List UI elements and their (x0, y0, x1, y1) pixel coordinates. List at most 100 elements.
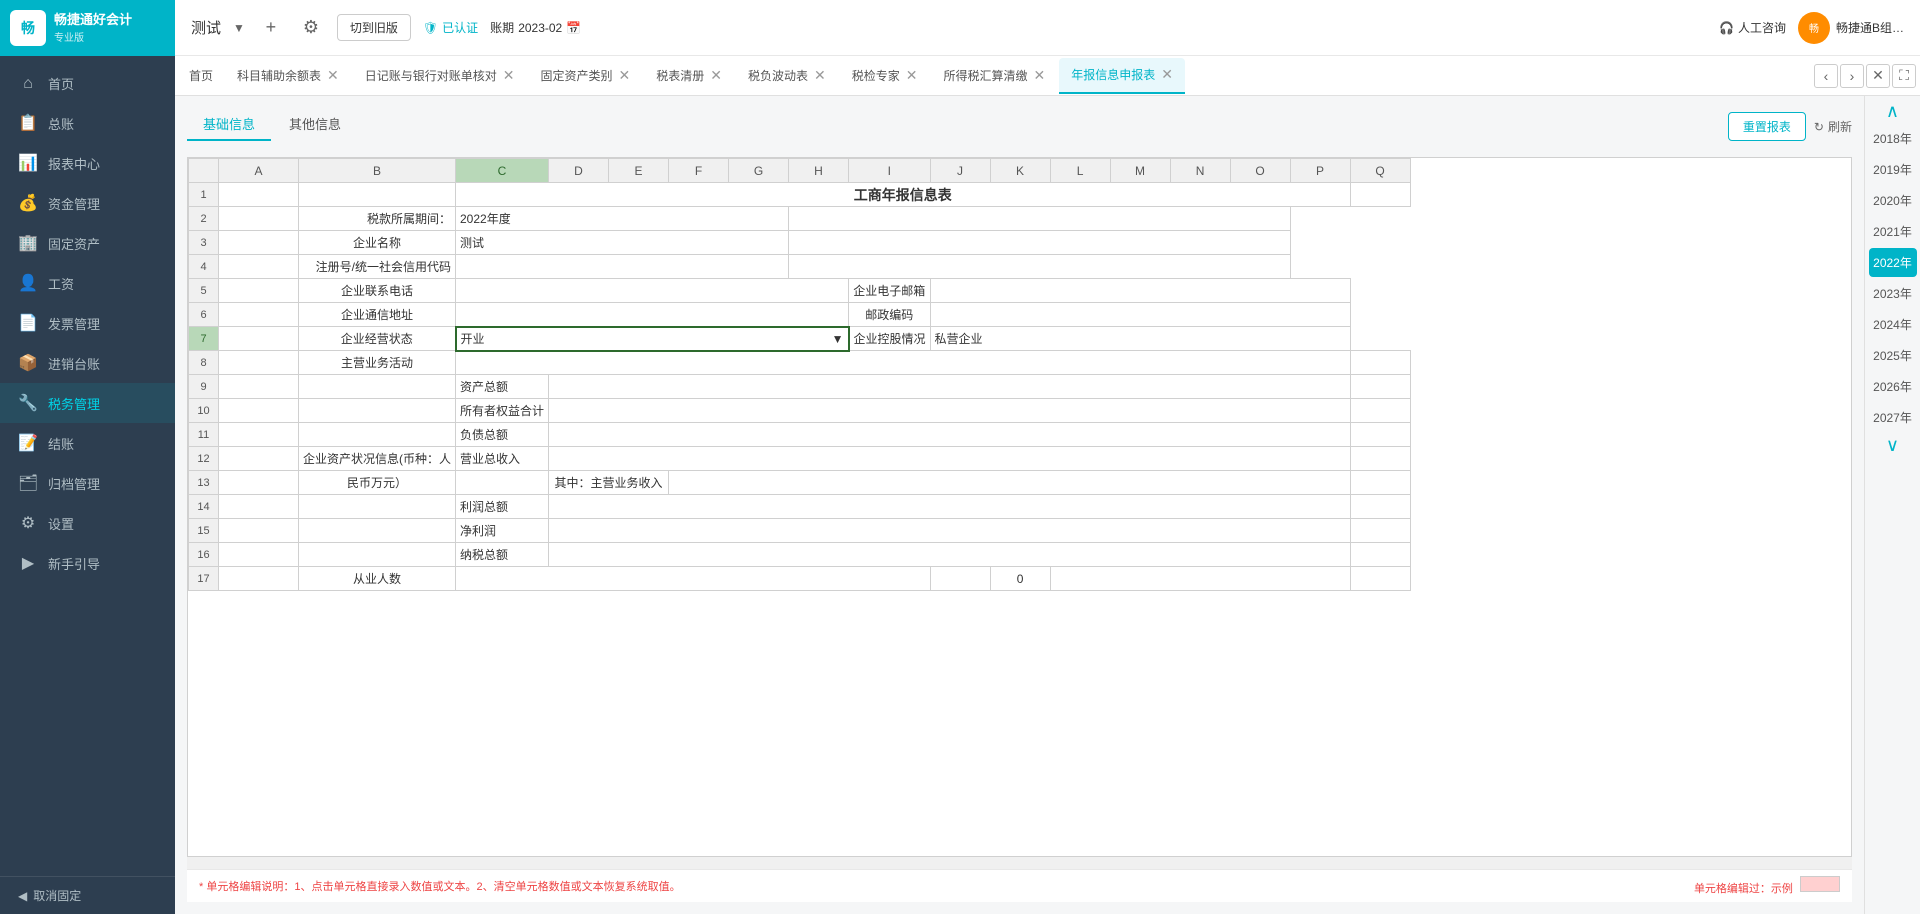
tab-close-annual[interactable]: ✕ (1161, 66, 1173, 83)
row-16: 16纳税总额 (189, 543, 1411, 567)
tab-close-income_tax[interactable]: ✕ (1034, 67, 1046, 84)
title-dropdown-icon[interactable]: ▼ (233, 21, 245, 35)
year-item-2024年[interactable]: 2024年 (1869, 310, 1917, 339)
col-header-C: C (456, 159, 549, 183)
tab-annual[interactable]: 年报信息申报表✕ (1059, 58, 1185, 94)
cell-r8-B: 主营业务活动 (299, 351, 456, 375)
cell-r13-C (456, 471, 549, 495)
sidebar-item-settings[interactable]: ⚙设置 (0, 503, 175, 543)
sidebar-label-tax: 税务管理 (48, 394, 100, 413)
year-item-2027年[interactable]: 2027年 (1869, 403, 1917, 432)
cell-r13-F (669, 471, 1351, 495)
tab-close-tax_form[interactable]: ✕ (710, 67, 722, 84)
cell-r16-Q (1350, 543, 1410, 567)
sidebar-menu: ⌂首页📋总账📊报表中心💰资金管理🏢固定资产👤工资📄发票管理📦进销台账🔧税务管理📝… (0, 56, 175, 876)
tab-tax_check[interactable]: 税检专家✕ (840, 58, 930, 94)
calendar-icon[interactable]: 📅 (566, 21, 581, 35)
content-tab-basic[interactable]: 基础信息 (187, 108, 271, 141)
cell-r14-D (549, 495, 1351, 519)
tab-income_tax[interactable]: 所得税汇算清缴✕ (932, 58, 1058, 94)
cell-r3-C: 测试 (456, 231, 789, 255)
cell-r17-C (456, 567, 931, 591)
sidebar-label-fixed: 固定资产 (48, 234, 100, 253)
user-menu[interactable]: 畅 畅捷通B组… (1798, 12, 1904, 44)
tab-close-journal[interactable]: ✕ (503, 67, 515, 84)
year-scroll-down[interactable]: ∨ (1877, 434, 1909, 456)
sidebar-item-ledger[interactable]: 📋总账 (0, 103, 175, 143)
year-item-2018年[interactable]: 2018年 (1869, 124, 1917, 153)
row-num-6: 6 (189, 303, 219, 327)
shield-icon: 🛡 (423, 21, 438, 35)
tabs-close-button[interactable]: ✕ (1866, 64, 1890, 88)
tab-tax_wave[interactable]: 税负波动表 ✕ (736, 58, 838, 94)
unpin-button[interactable]: ◀ 取消固定 (0, 876, 175, 914)
col-header-F: F (669, 159, 729, 183)
sheet-table: ABCDEFGHIJKLMNOPQ 1工商年报信息表2税款所属期间：2022年度… (188, 158, 1411, 591)
tabs-maximize-button[interactable]: ⛶ (1892, 64, 1916, 88)
col-header-I: I (849, 159, 931, 183)
sidebar-item-fixed[interactable]: 🏢固定资产 (0, 223, 175, 263)
sidebar-item-stock[interactable]: 📦进销台账 (0, 343, 175, 383)
cell-r14-B (299, 495, 456, 519)
tab-close-tax_check[interactable]: ✕ (906, 67, 918, 84)
spreadsheet[interactable]: ABCDEFGHIJKLMNOPQ 1工商年报信息表2税款所属期间：2022年度… (187, 157, 1852, 857)
row-num-5: 5 (189, 279, 219, 303)
add-button[interactable]: + (257, 14, 285, 42)
reset-report-button[interactable]: 重置报表 (1728, 112, 1806, 141)
year-item-2019年[interactable]: 2019年 (1869, 155, 1917, 184)
content-tab-other[interactable]: 其他信息 (273, 108, 357, 141)
tabs-prev-button[interactable]: ‹ (1814, 64, 1838, 88)
settings-button[interactable]: ⚙ (297, 14, 325, 42)
sidebar-label-ledger: 总账 (48, 114, 74, 133)
tab-label-tax_wave: 税负波动表 (748, 67, 808, 84)
sidebar-item-guide[interactable]: ▶新手引导 (0, 543, 175, 583)
sidebar-label-guide: 新手引导 (48, 554, 100, 573)
tab-aux[interactable]: 科目辅助余额表✕ (225, 58, 351, 94)
cell-r14-C: 利润总额 (456, 495, 549, 519)
refresh-icon: ↻ (1814, 120, 1824, 134)
tab-fixed_asset[interactable]: 固定资产类别✕ (529, 58, 643, 94)
sidebar-label-stock: 进销台账 (48, 354, 100, 373)
row-12: 12企业资产状况信息(币种：人营业总收入 (189, 447, 1411, 471)
cell-r9-A (219, 375, 299, 399)
year-item-2022年[interactable]: 2022年 (1869, 248, 1917, 277)
sidebar-item-home[interactable]: ⌂首页 (0, 64, 175, 103)
company-title: 测试 (191, 17, 221, 38)
col-header-O: O (1230, 159, 1290, 183)
tab-close-fixed_asset[interactable]: ✕ (619, 67, 631, 84)
tab-journal[interactable]: 日记账与银行对账单核对✕ (353, 58, 527, 94)
sheet-main: 基础信息其他信息 重置报表 ↻ 刷新 ABCDEFGHIJKLMNOPQ (175, 96, 1864, 914)
cell-r7-J: 企业控股情况 (849, 327, 931, 351)
sidebar-item-capital[interactable]: 💰资金管理 (0, 183, 175, 223)
sidebar-item-report[interactable]: 📊报表中心 (0, 143, 175, 183)
cell-r3-B: 企业名称 (299, 231, 456, 255)
sidebar-item-archive[interactable]: 🗂归档管理 (0, 463, 175, 503)
year-item-2021年[interactable]: 2021年 (1869, 217, 1917, 246)
cell-r16-A (219, 543, 299, 567)
unpin-icon: ◀ (18, 889, 27, 903)
year-item-2025年[interactable]: 2025年 (1869, 341, 1917, 370)
consult-button[interactable]: 🎧 人工咨询 (1719, 19, 1786, 36)
sidebar-item-tax[interactable]: 🔧税务管理 (0, 383, 175, 423)
year-item-2023年[interactable]: 2023年 (1869, 279, 1917, 308)
sidebar-item-salary[interactable]: 👤工资 (0, 263, 175, 303)
col-header-J: J (930, 159, 990, 183)
tab-home[interactable]: 首页 (179, 67, 223, 84)
sidebar-item-settle[interactable]: 📝结账 (0, 423, 175, 463)
cell-r12-B: 企业资产状况信息(币种：人 (299, 447, 456, 471)
year-scroll-up[interactable]: ∧ (1877, 100, 1909, 122)
year-item-2026年[interactable]: 2026年 (1869, 372, 1917, 401)
old-version-button[interactable]: 切到旧版 (337, 14, 411, 41)
sidebar-label-archive: 归档管理 (48, 474, 100, 493)
tab-tax_form[interactable]: 税表清册✕ (644, 58, 734, 94)
refresh-button[interactable]: ↻ 刷新 (1814, 112, 1852, 141)
year-item-2020年[interactable]: 2020年 (1869, 186, 1917, 215)
cell-r13-A (219, 471, 299, 495)
tab-close-aux[interactable]: ✕ (327, 67, 339, 84)
sidebar-item-invoice[interactable]: 📄发票管理 (0, 303, 175, 343)
cell-r4-A (219, 255, 299, 279)
cell-r7-C[interactable]: 开业▼ (456, 327, 849, 351)
tab-close-tax_wave[interactable]: ✕ (814, 67, 826, 84)
horizontal-scrollbar[interactable] (187, 857, 1852, 869)
tabs-next-button[interactable]: › (1840, 64, 1864, 88)
